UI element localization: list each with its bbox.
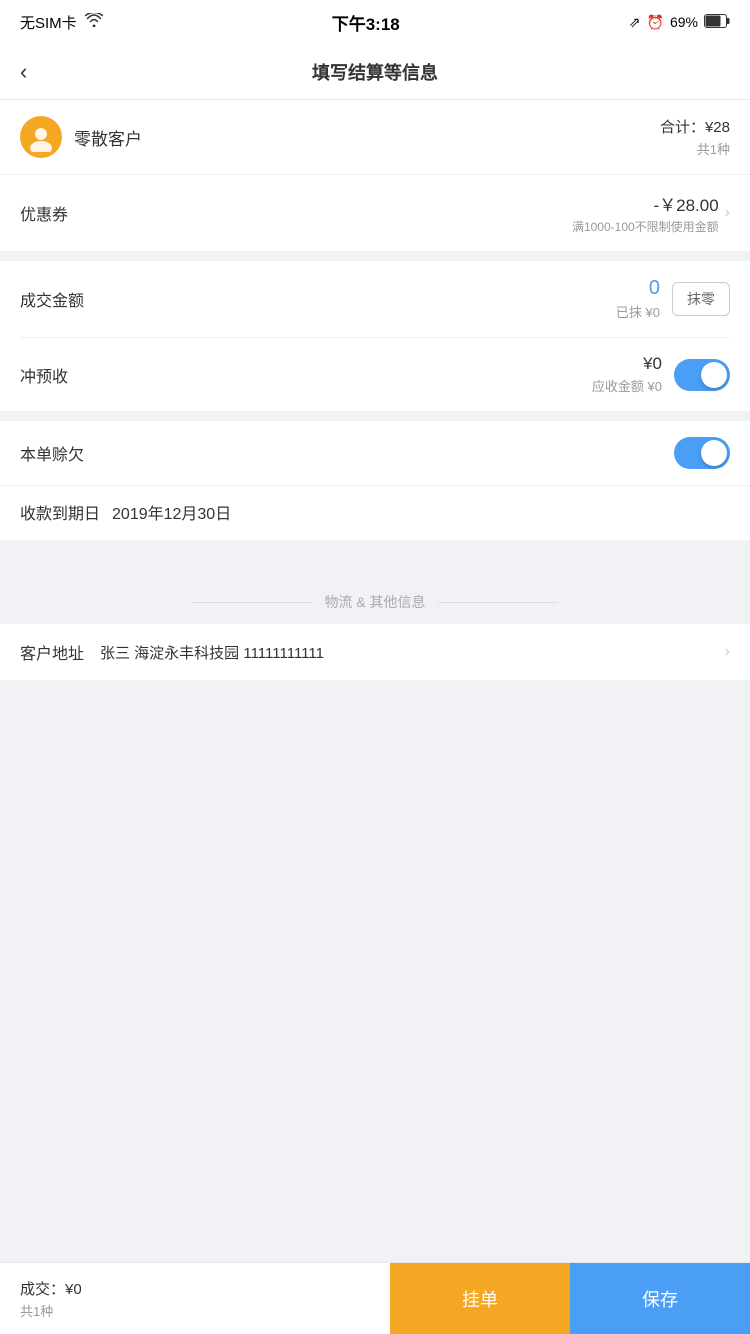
customer-row: 零散客户 合计：¥28 共1种 (0, 100, 750, 174)
prepay-label: 冲预收 (20, 363, 68, 387)
customer-avatar (20, 116, 62, 158)
status-right: ⇗ ⏰ 69% (629, 14, 730, 31)
prepay-row: 冲预收 ¥0 应收金额 ¥0 (20, 338, 730, 411)
debt-section: 本单赊欠 收款到期日 2019年12月30日 (0, 421, 750, 540)
page-title: 填写结算等信息 (312, 59, 438, 85)
round-button[interactable]: 抹零 (672, 282, 730, 316)
alarm-icon: ⏰ (647, 14, 664, 31)
transaction-sub: 已抹 ¥0 (616, 302, 660, 321)
coupon-desc: 满1000-100不限制使用金额 (572, 218, 719, 235)
coupon-right: -￥28.00 满1000-100不限制使用金额 › (572, 191, 730, 235)
hold-button[interactable]: 挂单 (390, 1263, 570, 1334)
bottom-bar: 成交：¥0 共1种 挂单 保存 (0, 1262, 750, 1334)
bottom-info: 成交：¥0 共1种 (0, 1278, 390, 1320)
prepay-amount: ¥0 应收金额 ¥0 (592, 354, 662, 395)
chevron-right-icon: › (725, 204, 730, 222)
logistics-title: 物流 & 其他信息 (20, 592, 730, 612)
prepay-sub: 应收金额 ¥0 (592, 376, 662, 395)
coupon-label: 优惠券 (20, 201, 68, 225)
prepay-toggle[interactable] (674, 359, 730, 391)
hold-button-label: 挂单 (462, 1286, 498, 1312)
debt-row: 本单赊欠 (0, 421, 750, 485)
bottom-transaction-text: 成交：¥0 (20, 1278, 370, 1299)
coupon-info: -￥28.00 满1000-100不限制使用金额 (572, 191, 719, 235)
back-button[interactable]: ‹ (20, 59, 27, 85)
location-icon: ⇗ (629, 14, 641, 31)
due-date-label: 收款到期日 (20, 500, 100, 524)
bottom-count: 共1种 (20, 1301, 370, 1320)
wifi-icon (85, 13, 103, 31)
logistics-header: 物流 & 其他信息 (0, 580, 750, 624)
total-label: 合计：¥28 (660, 116, 730, 137)
debt-toggle[interactable] (674, 437, 730, 469)
transaction-label: 成交金额 (20, 287, 84, 311)
debt-label: 本单赊欠 (20, 441, 84, 465)
transaction-right: 0 已抹 ¥0 抹零 (616, 277, 730, 321)
coupon-amount: -￥28.00 (572, 191, 719, 216)
prepay-right: ¥0 应收金额 ¥0 (592, 354, 730, 395)
status-time: 下午3:18 (332, 10, 400, 35)
carrier-text: 无SIM卡 (20, 12, 77, 33)
prepay-value: ¥0 (592, 354, 662, 374)
customer-left: 零散客户 (20, 116, 142, 158)
transaction-section: 成交金额 0 已抹 ¥0 抹零 冲预收 ¥0 应收金额 ¥0 (0, 261, 750, 411)
address-value: 张三 海淀永丰科技园 11111111111 (100, 642, 725, 663)
customer-summary: 合计：¥28 共1种 (660, 116, 730, 158)
address-chevron-icon: › (725, 643, 730, 661)
status-bar: 无SIM卡 下午3:18 ⇗ ⏰ 69% (0, 0, 750, 44)
status-left: 无SIM卡 (20, 12, 103, 33)
save-button[interactable]: 保存 (570, 1263, 750, 1334)
bottom-spacer (0, 690, 750, 890)
transaction-amount-row: 成交金额 0 已抹 ¥0 抹零 (20, 261, 730, 338)
address-row[interactable]: 客户地址 张三 海淀永丰科技园 11111111111 › (0, 624, 750, 680)
due-date-row: 收款到期日 2019年12月30日 (0, 485, 750, 540)
customer-name: 零散客户 (74, 125, 142, 150)
total-count: 共1种 (660, 139, 730, 158)
address-label: 客户地址 (20, 640, 84, 664)
coupon-row[interactable]: 优惠券 -￥28.00 满1000-100不限制使用金额 › (0, 174, 750, 251)
battery-icon (704, 14, 730, 31)
spacer-1 (0, 550, 750, 580)
transaction-value: 0 (616, 277, 660, 300)
nav-bar: ‹ 填写结算等信息 (0, 44, 750, 100)
save-button-label: 保存 (642, 1286, 678, 1312)
content: 零散客户 合计：¥28 共1种 优惠券 -￥28.00 满1000-100不限制… (0, 100, 750, 970)
battery-text: 69% (670, 14, 698, 30)
customer-section: 零散客户 合计：¥28 共1种 优惠券 -￥28.00 满1000-100不限制… (0, 100, 750, 251)
bottom-transaction-value: ¥0 (65, 1281, 82, 1298)
address-section: 客户地址 张三 海淀永丰科技园 11111111111 › (0, 624, 750, 680)
amount-container: 0 已抹 ¥0 (616, 277, 660, 321)
bottom-transaction-label: 成交： (20, 1281, 65, 1298)
due-date-value: 2019年12月30日 (112, 500, 231, 524)
